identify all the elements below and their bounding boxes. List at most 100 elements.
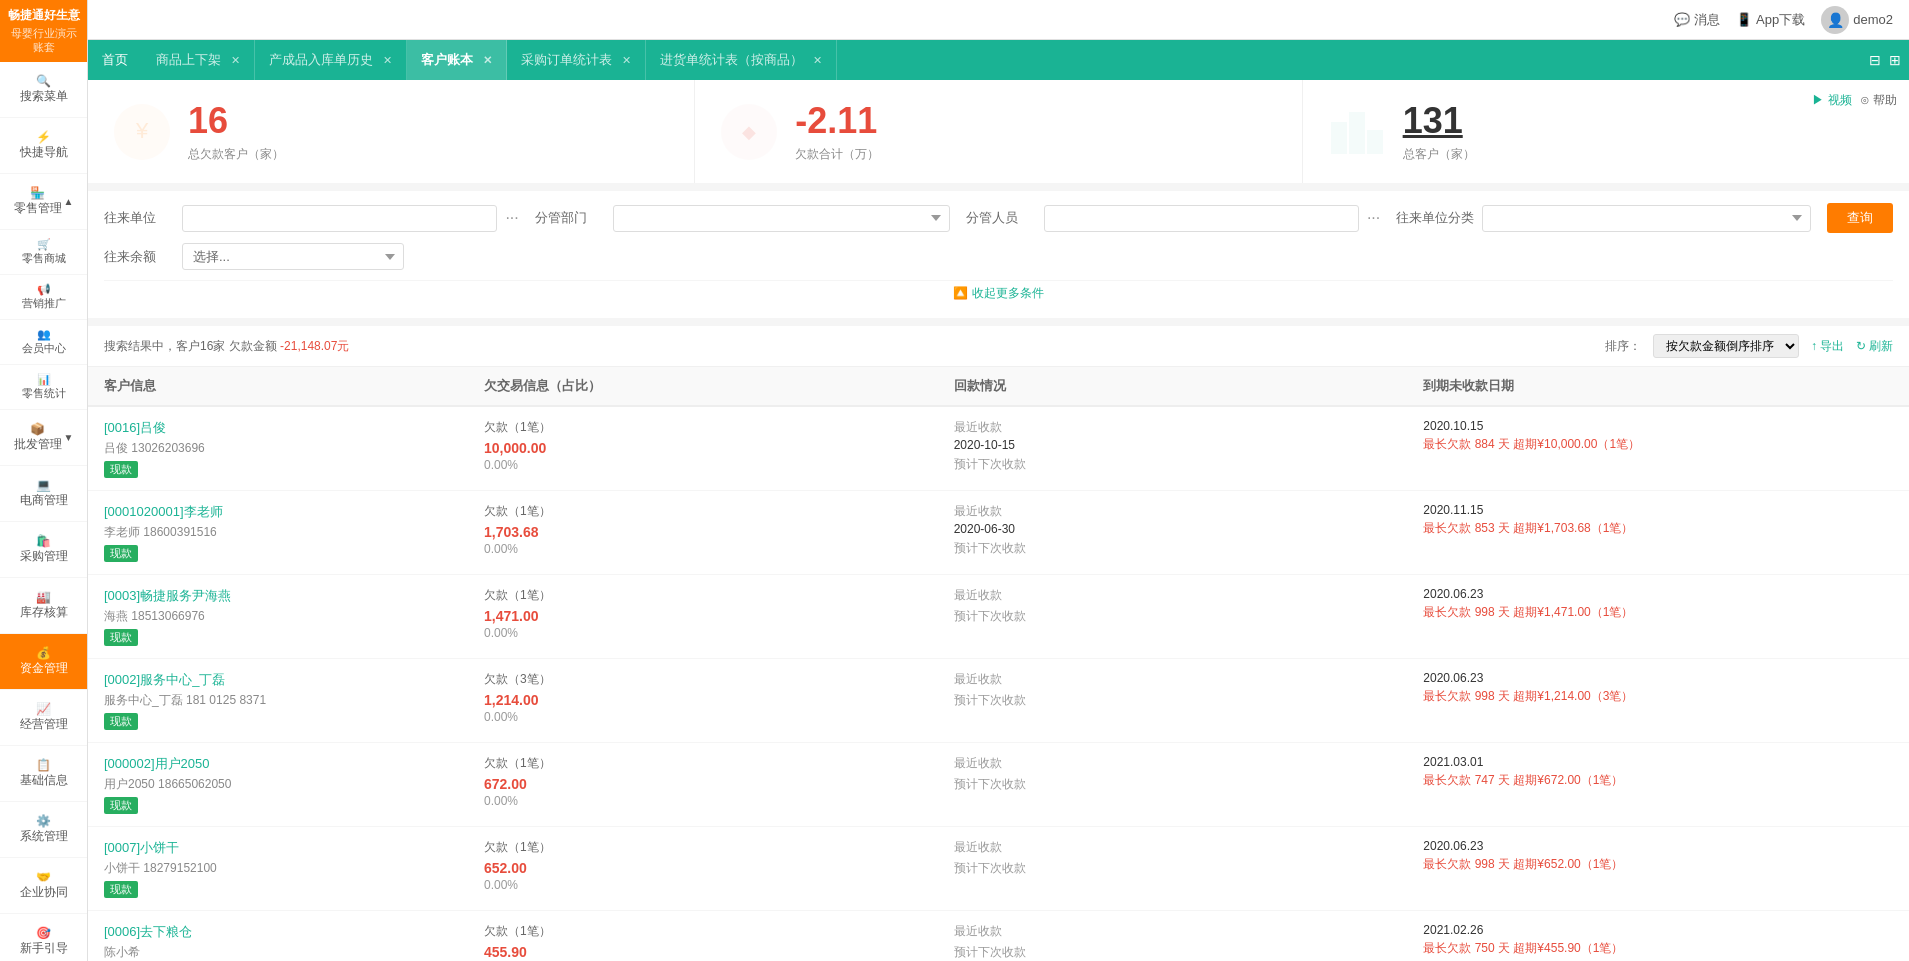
overdue-link-5[interactable]: 超期¥652.00（1笔） xyxy=(1513,857,1623,871)
debt-percent-1: 0.00% xyxy=(484,542,954,556)
tab-close-icon[interactable]: ✕ xyxy=(383,54,392,67)
due-days-3: 最长欠款 998 天 超期¥1,214.00（3笔） xyxy=(1423,688,1893,705)
collapse-icon: 🔼 xyxy=(953,286,968,300)
filter-input-partner[interactable] xyxy=(182,205,497,232)
customer-name-5[interactable]: [0007]小饼干 xyxy=(104,839,484,857)
video-btn[interactable]: ▶ 视频 xyxy=(1812,92,1851,109)
customer-name-2[interactable]: [0003]畅捷服务尹海燕 xyxy=(104,587,484,605)
export-btn[interactable]: ↑ 导出 xyxy=(1811,338,1844,355)
sidebar-item-retail-store[interactable]: 🛒 零售商城 xyxy=(0,230,87,275)
debt-percent-2: 0.00% xyxy=(484,626,954,640)
debt-count-6: 欠款（1笔） xyxy=(484,923,954,940)
overdue-link-1[interactable]: 超期¥1,703.68（1笔） xyxy=(1513,521,1633,535)
overdue-link-0[interactable]: 超期¥10,000.00（1笔） xyxy=(1513,437,1640,451)
debt-count-1: 欠款（1笔） xyxy=(484,503,954,520)
return-info-6: 最近收款 预计下次收款 xyxy=(954,923,1424,961)
return-info-1: 最近收款 2020-06-30 预计下次收款 xyxy=(954,503,1424,557)
sidebar-item-basic[interactable]: 📋 基础信息 xyxy=(0,746,87,802)
tab-stock-stat[interactable]: 进货单统计表（按商品） ✕ xyxy=(646,40,837,80)
ecom-icon: 💻 xyxy=(4,478,83,492)
return-info-3: 最近收款 预计下次收款 xyxy=(954,671,1424,709)
sidebar-item-ecom[interactable]: 💻 电商管理 xyxy=(0,466,87,522)
filter-select-partner-type[interactable] xyxy=(1482,205,1811,232)
sidebar-item-newbie[interactable]: 🎯 新手引导 xyxy=(0,914,87,961)
search-button[interactable]: 查询 xyxy=(1827,203,1893,233)
help-btn[interactable]: ⊙ 帮助 xyxy=(1860,92,1897,109)
debt-count-2: 欠款（1笔） xyxy=(484,587,954,604)
sidebar-item-biz[interactable]: 📈 经营管理 xyxy=(0,690,87,746)
stat-card-debt-total: ◆ -2.11 欠款合计（万） xyxy=(695,80,1302,183)
filter-balance: 往来余额 选择... xyxy=(104,243,404,270)
customer-name-6[interactable]: [0006]去下粮仓 xyxy=(104,923,484,941)
sidebar-item-retail[interactable]: 🏪 零售管理 ▲ xyxy=(0,174,87,230)
sidebar-item-member[interactable]: 👥 会员中心 xyxy=(0,320,87,365)
tab-close-icon[interactable]: ✕ xyxy=(622,54,631,67)
col-return: 回款情况 xyxy=(954,377,1424,395)
tab-prod-in-history[interactable]: 产成品入库单历史 ✕ xyxy=(255,40,407,80)
filter-dots-partner[interactable]: ··· xyxy=(505,209,518,227)
sidebar-item-search[interactable]: 🔍 搜索菜单 xyxy=(0,62,87,118)
overdue-link-3[interactable]: 超期¥1,214.00（3笔） xyxy=(1513,689,1633,703)
sidebar-item-label: 新手引导 xyxy=(4,940,83,957)
sidebar-item-retail-stat[interactable]: 📊 零售统计 xyxy=(0,365,87,410)
sidebar-logo[interactable]: 畅捷通好生意 母婴行业演示账套 xyxy=(0,0,87,62)
overdue-link-2[interactable]: 超期¥1,471.00（1笔） xyxy=(1513,605,1633,619)
customer-info-0: [0016]吕俊 吕俊 13026203696 现款 xyxy=(104,419,484,478)
filter-select-balance[interactable]: 选择... xyxy=(182,243,404,270)
filter-partner: 往来单位 ··· xyxy=(104,205,519,232)
return-label-2: 最近收款 xyxy=(954,587,1424,604)
tab-purchase-order[interactable]: 采购订单统计表 ✕ xyxy=(507,40,646,80)
filter-dots-manager[interactable]: ··· xyxy=(1367,209,1380,227)
tab-close-icon[interactable]: ✕ xyxy=(231,54,240,67)
sidebar-item-purchase[interactable]: 🛍️ 采购管理 xyxy=(0,522,87,578)
tab-product-off[interactable]: 商品上下架 ✕ xyxy=(142,40,255,80)
overdue-link-6[interactable]: 超期¥455.90（1笔） xyxy=(1513,941,1623,955)
sidebar-item-finance[interactable]: 💰 资金管理 xyxy=(0,634,87,690)
refresh-btn[interactable]: ↻ 刷新 xyxy=(1856,338,1893,355)
sidebar-item-label: 批发管理 xyxy=(14,436,62,453)
filter-partner-type: 往来单位分类 xyxy=(1396,205,1811,232)
customer-info-5: [0007]小饼干 小饼干 18279152100 现款 xyxy=(104,839,484,898)
table-row: [0003]畅捷服务尹海燕 海燕 18513066976 现款 欠款（1笔） 1… xyxy=(88,575,1909,659)
tab-label: 采购订单统计表 xyxy=(521,51,612,69)
debt-info-0: 欠款（1笔） 10,000.00 0.00% xyxy=(484,419,954,472)
customer-name-0[interactable]: [0016]吕俊 xyxy=(104,419,484,437)
customer-tag-5: 现款 xyxy=(104,881,138,898)
sidebar-item-system[interactable]: ⚙️ 系统管理 xyxy=(0,802,87,858)
customer-info-2: [0003]畅捷服务尹海燕 海燕 18513066976 现款 xyxy=(104,587,484,646)
tab-close-icon[interactable]: ✕ xyxy=(813,54,822,67)
sort-select[interactable]: 按欠款金额倒序排序 xyxy=(1653,334,1799,358)
debt-percent-3: 0.00% xyxy=(484,710,954,724)
customer-name-4[interactable]: [000002]用户2050 xyxy=(104,755,484,773)
filter-input-manager[interactable] xyxy=(1044,205,1359,232)
sidebar-item-marketing[interactable]: 📢 营销推广 xyxy=(0,275,87,320)
debt-amount-0: 10,000.00 xyxy=(484,440,954,456)
tabs-maximize-icon[interactable]: ⊞ xyxy=(1889,52,1901,68)
tab-close-icon[interactable]: ✕ xyxy=(483,54,492,67)
table-row: [0001020001]李老师 李老师 18600391516 现款 欠款（1笔… xyxy=(88,491,1909,575)
stat-icon: 📊 xyxy=(4,373,83,386)
debt-count-3: 欠款（3笔） xyxy=(484,671,954,688)
tabs-minimize-icon[interactable]: ⊟ xyxy=(1869,52,1881,68)
tabs-actions: ⊟ ⊞ xyxy=(1869,52,1909,68)
svg-text:◆: ◆ xyxy=(742,122,756,142)
sidebar-item-corp[interactable]: 🤝 企业协同 xyxy=(0,858,87,914)
customer-name-1[interactable]: [0001020001]李老师 xyxy=(104,503,484,521)
message-btn[interactable]: 💬 消息 xyxy=(1674,11,1720,29)
tab-label: 进货单统计表（按商品） xyxy=(660,51,803,69)
sidebar-item-stock[interactable]: 🏭 库存核算 xyxy=(0,578,87,634)
filter-select-dept[interactable] xyxy=(613,205,950,232)
tab-customer-account[interactable]: 客户账本 ✕ xyxy=(407,40,507,80)
sidebar-item-nav[interactable]: ⚡ 快捷导航 xyxy=(0,118,87,174)
app-download-btn[interactable]: 📱 App下载 xyxy=(1736,11,1805,29)
user-menu[interactable]: 👤 demo2 xyxy=(1821,6,1893,34)
stat-value-debt-total: -2.11 xyxy=(795,100,879,142)
overdue-link-4[interactable]: 超期¥672.00（1笔） xyxy=(1513,773,1623,787)
topbar: 💬 消息 📱 App下载 👤 demo2 xyxy=(88,0,1909,40)
tab-home[interactable]: 首页 xyxy=(88,40,142,80)
table-row: [0002]服务中心_丁磊 服务中心_丁磊 181 0125 8371 现款 欠… xyxy=(88,659,1909,743)
filter-area: 往来单位 ··· 分管部门 分管人员 ··· 往来单位分类 xyxy=(88,191,1909,318)
customer-name-3[interactable]: [0002]服务中心_丁磊 xyxy=(104,671,484,689)
sidebar-item-batch[interactable]: 📦 批发管理 ▼ xyxy=(0,410,87,466)
collapse-btn[interactable]: 🔼 收起更多条件 xyxy=(104,280,1893,306)
